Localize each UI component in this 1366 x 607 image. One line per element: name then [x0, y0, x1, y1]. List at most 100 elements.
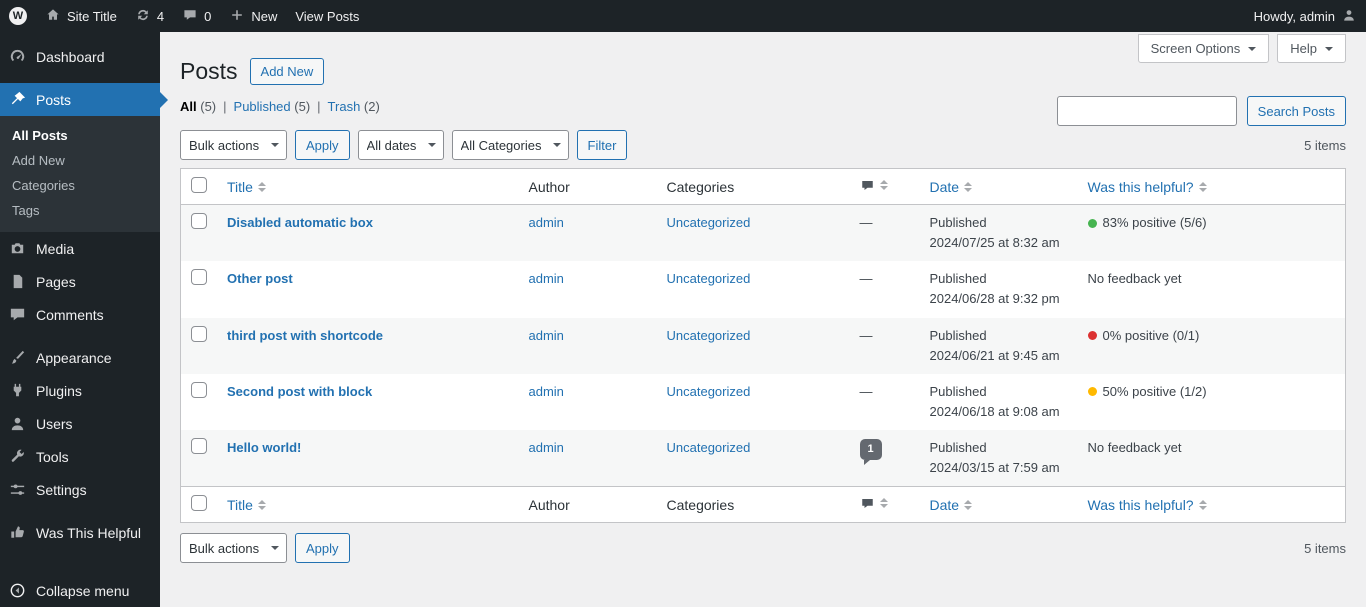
submenu-all-posts[interactable]: All Posts	[0, 123, 160, 148]
screen-options-button[interactable]: Screen Options	[1137, 34, 1270, 63]
bulk-actions-select-wrap: Bulk actions	[180, 533, 287, 564]
sidebar-item-was-this-helpful[interactable]: Was This Helpful	[0, 516, 160, 549]
author-link[interactable]: admin	[529, 384, 564, 399]
sidebar-item-comments[interactable]: Comments	[0, 298, 160, 331]
new-content-link[interactable]: New	[220, 0, 286, 32]
post-title-link[interactable]: Disabled automatic box	[227, 215, 373, 230]
posts-table: Title Author Categories Date Was this he…	[180, 168, 1346, 524]
view-published-link[interactable]: Published (5)	[234, 99, 311, 114]
helpful-value: 83% positive (5/6)	[1087, 213, 1336, 233]
view-all-link[interactable]: All (5)	[180, 99, 216, 114]
bulk-actions-select[interactable]: Bulk actions	[180, 130, 287, 160]
bulk-actions-select-bottom[interactable]: Bulk actions	[180, 533, 287, 564]
helpful-value: 0% positive (0/1)	[1087, 326, 1336, 346]
category-link[interactable]: Uncategorized	[667, 328, 751, 343]
post-title-link[interactable]: Hello world!	[227, 440, 301, 455]
column-comments[interactable]	[849, 486, 920, 523]
sidebar-label: Collapse menu	[36, 582, 130, 599]
row-checkbox[interactable]	[191, 325, 207, 342]
sidebar-item-settings[interactable]: Settings	[0, 473, 160, 506]
post-date: 2024/06/28 at 9:32 pm	[929, 291, 1060, 307]
chevron-down-icon	[1325, 46, 1333, 55]
account-menu[interactable]: Howdy, admin	[1245, 0, 1366, 32]
apply-button-bottom[interactable]: Apply	[295, 533, 350, 564]
author-link[interactable]: admin	[529, 215, 564, 230]
author-link[interactable]: admin	[529, 328, 564, 343]
post-title-link[interactable]: Other post	[227, 271, 293, 286]
table-header: Title Author Categories Date Was this he…	[180, 168, 1346, 205]
sidebar-item-appearance[interactable]: Appearance	[0, 341, 160, 374]
column-title[interactable]: Title	[217, 486, 519, 523]
row-checkbox[interactable]	[191, 438, 207, 455]
submenu-categories[interactable]: Categories	[0, 173, 160, 198]
items-count: 5 items	[1304, 540, 1346, 556]
sidebar-item-media[interactable]: Media	[0, 232, 160, 265]
category-link[interactable]: Uncategorized	[667, 384, 751, 399]
helpful-value: No feedback yet	[1088, 438, 1336, 458]
add-new-post-button[interactable]: Add New	[249, 58, 325, 85]
comments-moderation-link[interactable]: 0	[173, 0, 220, 32]
column-date[interactable]: Date	[919, 486, 1078, 523]
sidebar-item-tools[interactable]: Tools	[0, 440, 160, 473]
view-separator: |	[223, 99, 227, 114]
row-checkbox[interactable]	[191, 269, 207, 286]
search-input[interactable]	[1056, 96, 1237, 126]
column-helpful[interactable]: Was this helpful?	[1077, 486, 1346, 523]
view-posts-link[interactable]: View Posts	[286, 0, 368, 32]
sidebar-item-posts[interactable]: Posts	[0, 83, 168, 116]
column-comments[interactable]	[849, 168, 920, 205]
sidebar-label: Comments	[36, 306, 104, 323]
tools-wrench-icon	[11, 449, 24, 462]
sidebar-item-dashboard[interactable]: Dashboard	[0, 40, 160, 73]
post-title-link[interactable]: third post with shortcode	[227, 328, 383, 343]
row-checkbox[interactable]	[191, 381, 207, 398]
submenu-add-new[interactable]: Add New	[0, 148, 160, 173]
sidebar-item-pages[interactable]: Pages	[0, 265, 160, 298]
category-link[interactable]: Uncategorized	[667, 215, 751, 230]
posts-submenu: All Posts Add New Categories Tags	[0, 116, 160, 232]
help-button[interactable]: Help	[1277, 34, 1346, 63]
wordpress-logo-icon[interactable]: W	[0, 0, 36, 32]
site-title-link[interactable]: Site Title	[36, 0, 126, 32]
comments-icon	[10, 308, 25, 321]
updates-link[interactable]: 4	[126, 0, 173, 32]
column-date[interactable]: Date	[919, 168, 1078, 205]
table-row: Second post with block admin Uncategoriz…	[181, 374, 1346, 430]
column-helpful[interactable]: Was this helpful?	[1077, 168, 1346, 205]
settings-sliders-icon	[10, 484, 25, 495]
users-icon	[11, 417, 24, 431]
sidebar-item-plugins[interactable]: Plugins	[0, 374, 160, 407]
view-trash-link[interactable]: Trash (2)	[328, 99, 380, 114]
collapse-menu-button[interactable]: Collapse menu	[0, 574, 160, 607]
filter-button[interactable]: Filter	[576, 130, 628, 160]
menu-separator	[0, 331, 160, 341]
tablenav-bottom: Bulk actions Apply 5 items	[180, 533, 1346, 564]
category-link[interactable]: Uncategorized	[667, 271, 751, 286]
column-categories: Categories	[656, 168, 850, 205]
row-checkbox[interactable]	[191, 213, 207, 229]
sidebar-item-users[interactable]: Users	[0, 407, 160, 440]
post-title-link[interactable]: Second post with block	[227, 384, 372, 399]
column-author: Author	[518, 168, 657, 205]
search-posts-button[interactable]: Search Posts	[1246, 96, 1346, 126]
column-title[interactable]: Title	[217, 168, 519, 205]
comment-count-bubble[interactable]: 1	[859, 439, 882, 466]
plus-icon	[229, 7, 245, 26]
apply-button[interactable]: Apply	[295, 130, 350, 160]
author-link[interactable]: admin	[529, 440, 564, 455]
table-row: Other post admin Uncategorized — Publish…	[181, 261, 1346, 317]
submenu-tags[interactable]: Tags	[0, 198, 160, 223]
comment-count: —	[859, 327, 873, 343]
post-status: Published	[929, 327, 987, 343]
select-all-checkbox[interactable]	[191, 495, 207, 512]
main-content: Screen Options Help Posts Add New All (5…	[160, 32, 1366, 607]
author-link[interactable]: admin	[529, 271, 564, 286]
category-link[interactable]: Uncategorized	[667, 440, 751, 455]
select-all-checkbox[interactable]	[191, 177, 207, 193]
dates-filter-select[interactable]: All dates	[357, 130, 444, 160]
comment-bubble-icon	[182, 7, 198, 26]
dashboard-icon	[10, 49, 25, 62]
categories-filter-select[interactable]: All Categories	[451, 130, 569, 160]
admin-bar-left: W Site Title 4 0 New View Posts	[0, 0, 368, 32]
post-status: Published	[929, 440, 987, 456]
